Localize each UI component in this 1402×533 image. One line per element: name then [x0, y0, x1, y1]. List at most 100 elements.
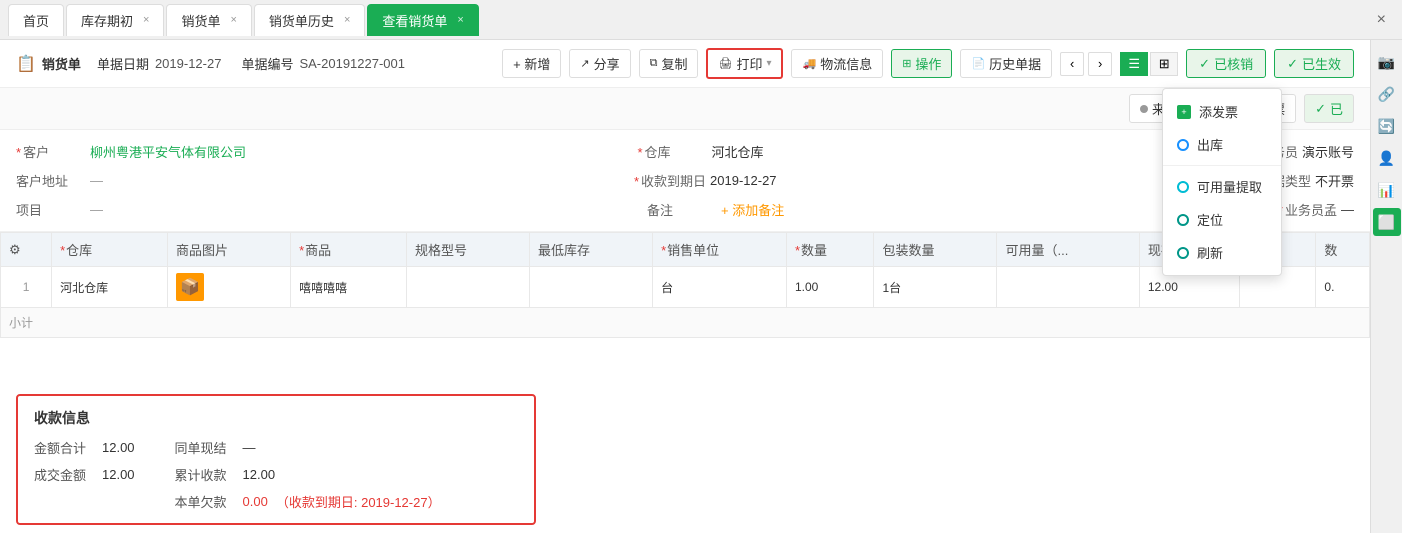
project-value: —	[86, 202, 107, 217]
warehouse-value: 河北仓库	[707, 142, 767, 161]
salesperson2-value: —	[1341, 202, 1354, 217]
list-view-button[interactable]: ☰	[1120, 52, 1148, 76]
salesperson2-label: 业务员孟	[1278, 200, 1337, 219]
date-label: 单据日期	[97, 54, 149, 73]
refresh-icon	[1177, 247, 1189, 259]
tab-close-sales-order[interactable]: ×	[230, 14, 236, 26]
col-product: 商品	[291, 233, 407, 267]
doc-header: 📋 销货单 单据日期 2019-12-27 单据编号 SA-20191227-0…	[0, 40, 1370, 88]
col-available: 可用量（...	[997, 233, 1139, 267]
address-value: —	[86, 173, 107, 188]
same-order-value: —	[243, 440, 256, 455]
grid-view-button[interactable]: ⊞	[1150, 52, 1178, 76]
cumulative-label: 累计收款	[175, 465, 235, 484]
col-spec: 规格型号	[406, 233, 529, 267]
cancelled-button[interactable]: ✓ 已核销	[1186, 49, 1266, 78]
available-extract-icon	[1177, 181, 1189, 193]
customer-label: 客户	[16, 142, 86, 161]
due-date-value: 2019-12-27	[706, 173, 781, 188]
add-invoice-icon: +	[1177, 105, 1191, 119]
subtotal-label: 小计	[1, 308, 1370, 338]
col-warehouse: 仓库	[52, 233, 168, 267]
address-label: 客户地址	[16, 171, 86, 190]
tab-view-sales[interactable]: 查看销货单 ×	[367, 4, 478, 36]
subtotal-row: 小计	[1, 308, 1370, 338]
right-sidebar: 📷 🔗 🔄 👤 📊 ⬜	[1370, 40, 1402, 533]
sidebar-link-icon[interactable]: 🔗	[1373, 80, 1401, 108]
number-value: SA-20191227-001	[299, 56, 405, 71]
doc-icon: 📋	[16, 54, 36, 74]
doc-title-area: 📋 销货单	[16, 54, 81, 74]
number-label: 单据编号	[241, 54, 293, 73]
tab-sales-order[interactable]: 销货单 ×	[166, 4, 251, 36]
row-quantity: 1.00	[786, 267, 874, 308]
col-product-img: 商品图片	[168, 233, 291, 267]
row-pack-qty: 1台	[874, 267, 997, 308]
tab-sales-history[interactable]: 销货单历史 ×	[254, 4, 365, 36]
date-value: 2019-12-27	[155, 56, 222, 71]
add-note-button[interactable]: + 添加备注	[717, 200, 788, 219]
payment-title: 收款信息	[34, 408, 518, 428]
product-image: 📦	[176, 273, 204, 301]
row-available	[997, 267, 1139, 308]
col-unit: 销售单位	[653, 233, 787, 267]
tab-home[interactable]: 首页	[8, 4, 64, 36]
tab-close-view-sales[interactable]: ×	[457, 14, 463, 26]
outstanding-value: 0.00	[243, 494, 268, 509]
refresh-item[interactable]: 刷新	[1163, 236, 1281, 269]
tab-close-sales-history[interactable]: ×	[344, 14, 350, 26]
print-button[interactable]: 🖨 打印 ▾	[706, 48, 783, 79]
sidebar-camera-icon[interactable]: 📷	[1373, 48, 1401, 76]
customer-value[interactable]: 柳州粤港平安气体有限公司	[86, 142, 250, 161]
operations-dropdown: + 添发票 出库 可用量提取 定位 刷新	[1162, 88, 1282, 276]
sidebar-expand-icon[interactable]: ⬜	[1373, 208, 1401, 236]
total-value: 12.00	[102, 440, 135, 455]
outstanding-note: （收款到期日: 2019-12-27）	[276, 492, 441, 511]
locate-item[interactable]: 定位	[1163, 203, 1281, 236]
project-label: 项目	[16, 200, 86, 219]
dropdown-separator	[1163, 165, 1281, 166]
copy-button[interactable]: ⧉ 复制	[639, 49, 699, 78]
transaction-label: 成交金额	[34, 465, 94, 484]
checked-button[interactable]: ✓ 已	[1304, 94, 1354, 123]
row-num: 1	[1, 267, 52, 308]
sidebar-refresh-icon[interactable]: 🔄	[1373, 112, 1401, 140]
available-extract-item[interactable]: 可用量提取	[1163, 170, 1281, 203]
transaction-value: 12.00	[102, 467, 135, 482]
col-amount: 数	[1316, 233, 1370, 267]
locate-icon	[1177, 214, 1189, 226]
row-unit: 台	[653, 267, 787, 308]
sidebar-user-icon[interactable]: 👤	[1373, 144, 1401, 172]
sidebar-chart-icon[interactable]: 📊	[1373, 176, 1401, 204]
col-quantity: 数量	[786, 233, 874, 267]
tab-close-inventory-init[interactable]: ×	[143, 14, 149, 26]
logistics-button[interactable]: 🚚 物流信息	[791, 49, 883, 78]
outbound-item[interactable]: 出库	[1163, 128, 1281, 161]
outbound-icon	[1177, 139, 1189, 151]
row-amount: 0.	[1316, 267, 1370, 308]
share-button[interactable]: ↗ 分享	[569, 49, 630, 78]
row-product-img: 📦	[168, 267, 291, 308]
window-close-button[interactable]: ×	[1377, 11, 1386, 29]
col-settings[interactable]: ⚙	[1, 233, 52, 267]
operations-button[interactable]: ⊞ 操作	[891, 49, 952, 78]
new-button[interactable]: + 新增	[502, 49, 561, 78]
col-min-stock: 最低库存	[530, 233, 653, 267]
next-button[interactable]: ›	[1088, 52, 1112, 76]
pager: ‹ ›	[1060, 52, 1112, 76]
same-order-label: 同单现结	[175, 438, 235, 457]
total-label: 金额合计	[34, 438, 94, 457]
cumulative-value: 12.00	[243, 467, 276, 482]
row-warehouse: 河北仓库	[52, 267, 168, 308]
payment-info: 收款信息 金额合计 12.00 成交金额 12.00	[16, 394, 536, 525]
tab-inventory-init[interactable]: 库存期初 ×	[66, 4, 164, 36]
effective-button[interactable]: ✓ 已生效	[1274, 49, 1354, 78]
col-pack-qty: 包装数量	[874, 233, 997, 267]
toolbar: + 新增 ↗ 分享 ⧉ 复制 🖨 打印 ▾	[502, 48, 1354, 79]
add-invoice-item[interactable]: + 添发票	[1163, 95, 1281, 128]
doc-meta: 单据日期 2019-12-27 单据编号 SA-20191227-001	[97, 54, 486, 73]
ticket-type-value: 不开票	[1315, 171, 1354, 190]
row-product: 嘻嘻嘻嘻	[291, 267, 407, 308]
prev-button[interactable]: ‹	[1060, 52, 1084, 76]
history-button[interactable]: 📄 历史单据	[960, 49, 1052, 78]
